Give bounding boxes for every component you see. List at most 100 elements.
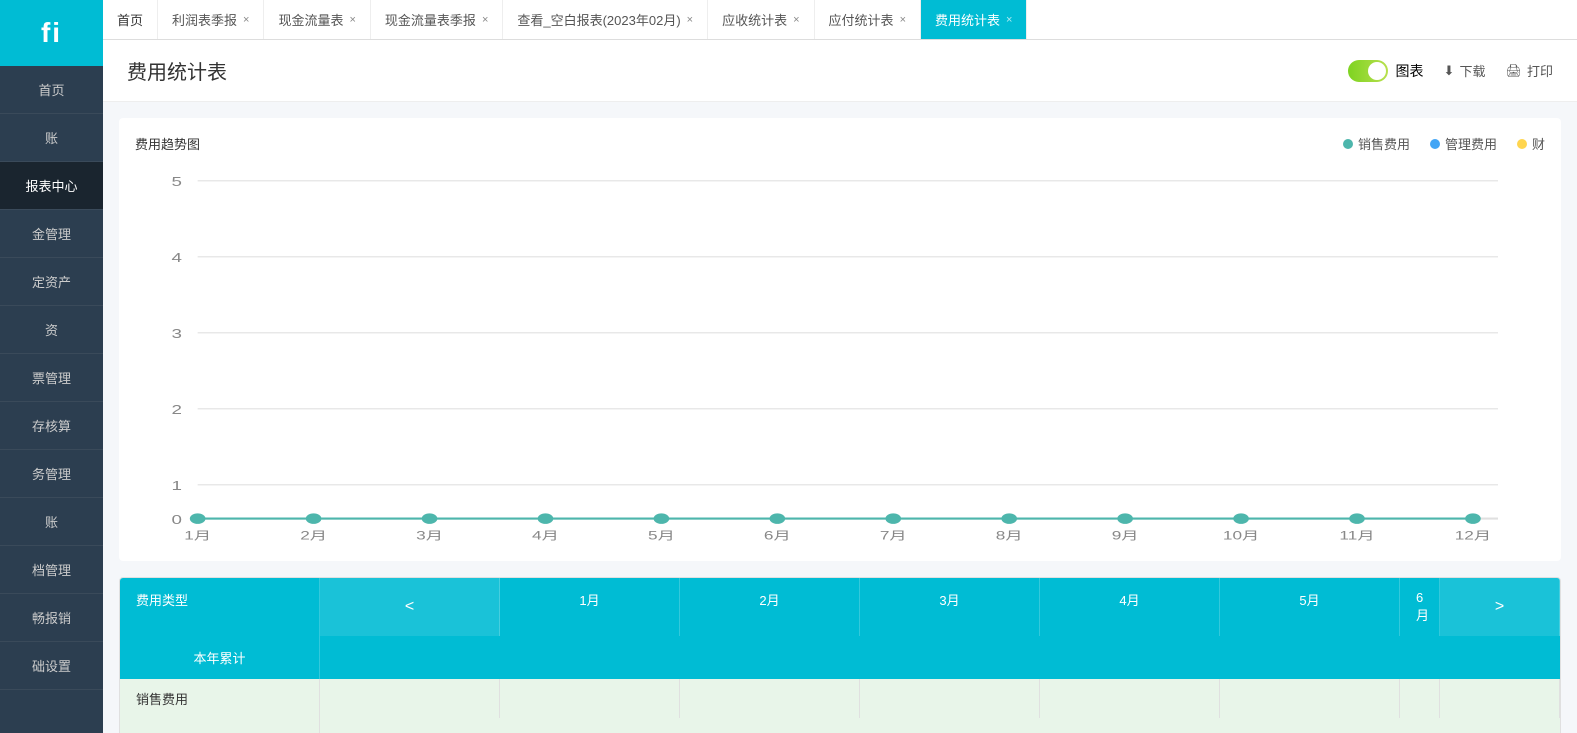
sidebar-item-services[interactable]: 务管理 xyxy=(0,450,103,498)
svg-text:7月: 7月 xyxy=(880,530,907,543)
legend-finance: 财 xyxy=(1517,134,1545,153)
page-content: 费用统计表 图表 ⬇ 下载 🖨 打印 费用趋势图 xyxy=(103,40,1577,733)
print-button[interactable]: 🖨 打印 xyxy=(1505,61,1553,80)
row-m3 xyxy=(860,679,1040,718)
main-area: 首页 利润表季报 × 现金流量表 × 现金流量表季报 × 查看_空白报表(202… xyxy=(103,0,1577,733)
tab-receivables-label: 应收统计表 xyxy=(722,10,787,29)
sidebar-item-home[interactable]: 首页 xyxy=(0,66,103,114)
svg-text:2月: 2月 xyxy=(300,530,327,543)
nav-prev-button[interactable]: < xyxy=(320,578,500,636)
svg-text:5月: 5月 xyxy=(648,530,675,543)
sidebar-item-settings[interactable]: 础设置 xyxy=(0,642,103,690)
svg-text:1: 1 xyxy=(172,479,183,493)
tab-cashflow-close[interactable]: × xyxy=(349,14,355,26)
sidebar-item-reports[interactable]: 报表中心 xyxy=(0,162,103,210)
svg-text:9月: 9月 xyxy=(1112,530,1139,543)
download-label: 下载 xyxy=(1459,61,1485,80)
tab-expense-label: 费用统计表 xyxy=(935,10,1000,29)
legend-finance-label: 财 xyxy=(1532,134,1545,153)
chart-legend: 销售费用 管理费用 财 xyxy=(1343,134,1545,153)
svg-text:3: 3 xyxy=(172,327,183,341)
download-button[interactable]: ⬇ 下载 xyxy=(1444,61,1486,80)
sidebar-item-invoices[interactable]: 票管理 xyxy=(0,354,103,402)
chart-svg: 5 4 3 2 1 0 xyxy=(135,165,1545,545)
sidebar-item-sales[interactable]: 畅报销 xyxy=(0,594,103,642)
data-table-section: 费用类型 < 1月 2月 3月 4月 5月 6月 > 本年累计 销售费用 xyxy=(119,577,1561,733)
svg-text:1月: 1月 xyxy=(184,530,211,543)
tab-blank-report[interactable]: 查看_空白报表(2023年02月) × xyxy=(503,0,708,39)
sidebar-logo: fi xyxy=(0,0,103,66)
tab-cashflow-quarterly-close[interactable]: × xyxy=(482,14,488,26)
tab-home[interactable]: 首页 xyxy=(103,0,158,39)
header-actions: 图表 ⬇ 下载 🖨 打印 xyxy=(1348,60,1553,82)
tab-payables-label: 应付统计表 xyxy=(829,10,894,29)
tab-cashflow-label: 现金流量表 xyxy=(278,10,343,29)
row-type: 销售费用 xyxy=(120,679,320,718)
col-m4: 4月 xyxy=(1040,578,1220,636)
row-m6 xyxy=(1400,679,1440,718)
svg-text:4月: 4月 xyxy=(532,530,559,543)
svg-text:10月: 10月 xyxy=(1223,530,1259,543)
chart-title: 费用趋势图 xyxy=(135,134,200,153)
sidebar-item-inventory[interactable]: 存核算 xyxy=(0,402,103,450)
sidebar-item-receivables[interactable]: 账 xyxy=(0,498,103,546)
chart-area: 5 4 3 2 1 0 xyxy=(135,165,1545,545)
page-title: 费用统计表 xyxy=(127,56,227,85)
legend-sales-label: 销售费用 xyxy=(1358,134,1410,153)
legend-sales: 销售费用 xyxy=(1343,134,1410,153)
tab-expense-close[interactable]: × xyxy=(1006,14,1012,26)
row-m4 xyxy=(1040,679,1220,718)
col-type: 费用类型 xyxy=(120,578,320,636)
download-icon: ⬇ xyxy=(1444,63,1455,79)
row-m5 xyxy=(1220,679,1400,718)
svg-text:4: 4 xyxy=(172,251,183,265)
legend-sales-dot xyxy=(1343,139,1353,149)
print-label: 打印 xyxy=(1527,61,1553,80)
chart-section: 费用趋势图 销售费用 管理费用 财 xyxy=(119,118,1561,561)
row-m2 xyxy=(680,679,860,718)
svg-text:0: 0 xyxy=(172,513,183,527)
sidebar: fi 首页 账 报表中心 金管理 定资产 资 票管理 存核算 务管理 账 档管理… xyxy=(0,0,103,733)
svg-text:8月: 8月 xyxy=(996,530,1023,543)
tab-expense-report[interactable]: 费用统计表 × xyxy=(921,0,1027,39)
svg-text:5: 5 xyxy=(172,175,183,189)
sidebar-item-funds[interactable]: 金管理 xyxy=(0,210,103,258)
sidebar-item-resources[interactable]: 资 xyxy=(0,306,103,354)
tab-receivables-report[interactable]: 应收统计表 × xyxy=(708,0,814,39)
col-m6: 6月 xyxy=(1400,578,1440,636)
col-m2: 2月 xyxy=(680,578,860,636)
page-header: 费用统计表 图表 ⬇ 下载 🖨 打印 xyxy=(103,40,1577,102)
tab-cashflow-quarterly[interactable]: 现金流量表季报 × xyxy=(371,0,503,39)
tab-cashflow[interactable]: 现金流量表 × xyxy=(264,0,370,39)
row-nav-prev xyxy=(320,679,500,718)
tab-profit[interactable]: 利润表季报 × xyxy=(158,0,264,39)
nav-next-button[interactable]: > xyxy=(1440,578,1560,636)
legend-admin-dot xyxy=(1430,139,1440,149)
tab-payables-report[interactable]: 应付统计表 × xyxy=(815,0,921,39)
col-m5: 5月 xyxy=(1220,578,1400,636)
tab-blank-report-label: 查看_空白报表(2023年02月) xyxy=(517,10,680,29)
tab-blank-report-close[interactable]: × xyxy=(687,14,693,26)
col-total: 本年累计 xyxy=(120,636,320,679)
sidebar-item-files[interactable]: 档管理 xyxy=(0,546,103,594)
legend-admin-label: 管理费用 xyxy=(1445,134,1497,153)
tab-payables-close[interactable]: × xyxy=(900,14,906,26)
svg-text:11月: 11月 xyxy=(1339,530,1374,543)
row-m1 xyxy=(500,679,680,718)
tab-cashflow-quarterly-label: 现金流量表季报 xyxy=(385,10,476,29)
sidebar-item-accounts[interactable]: 账 xyxy=(0,114,103,162)
svg-text:3月: 3月 xyxy=(416,530,443,543)
tab-profit-close[interactable]: × xyxy=(243,14,249,26)
tab-receivables-close[interactable]: × xyxy=(793,14,799,26)
table-header: 费用类型 < 1月 2月 3月 4月 5月 6月 > 本年累计 xyxy=(120,578,1560,679)
chart-toggle[interactable] xyxy=(1348,60,1388,82)
row-total xyxy=(120,718,320,733)
svg-text:12月: 12月 xyxy=(1455,530,1491,543)
chart-toggle-wrapper: 图表 xyxy=(1348,60,1424,82)
tab-profit-label: 利润表季报 xyxy=(172,10,237,29)
row-nav-next xyxy=(1440,679,1560,718)
sidebar-item-fixed-assets[interactable]: 定资产 xyxy=(0,258,103,306)
col-m3: 3月 xyxy=(860,578,1040,636)
toggle-label: 图表 xyxy=(1396,61,1424,81)
svg-text:2: 2 xyxy=(172,403,183,417)
